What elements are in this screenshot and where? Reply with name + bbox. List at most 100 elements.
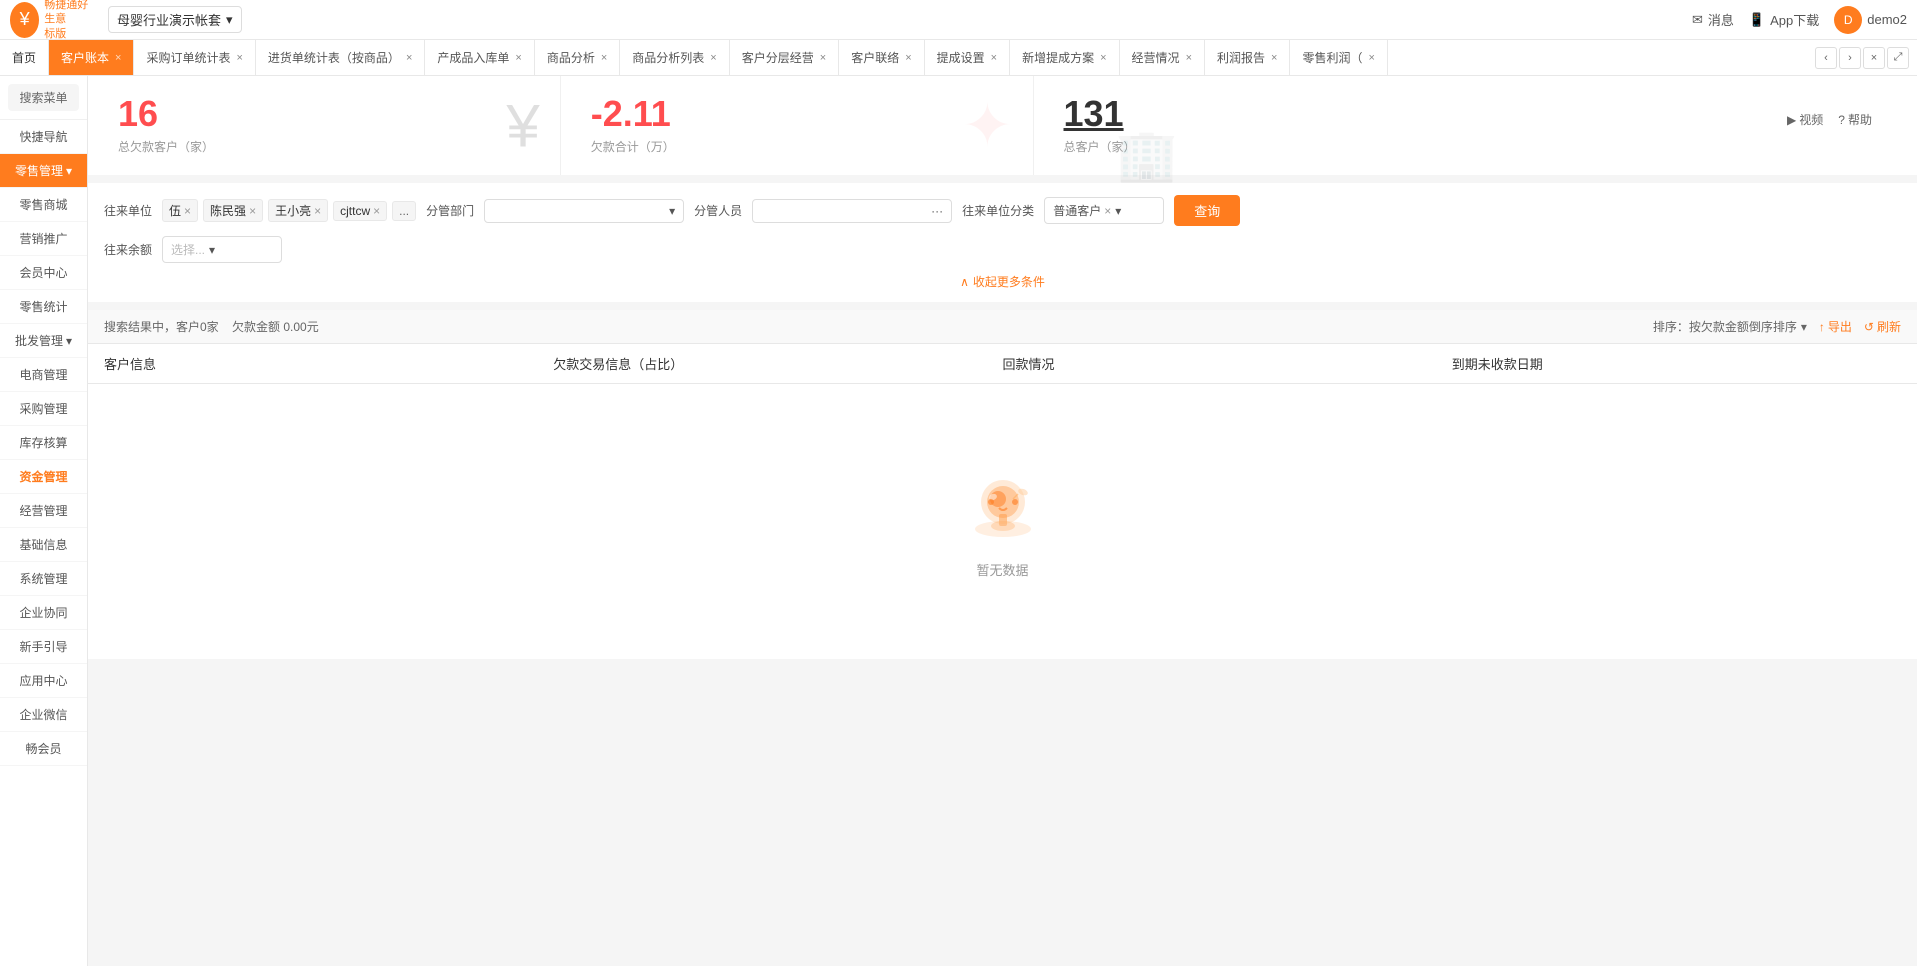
sort-select[interactable]: 排序：按欠款金额倒序排序 ▾ <box>1653 318 1807 335</box>
tab-close-icon[interactable]: × <box>601 52 607 64</box>
tab-new-raise[interactable]: 新增提成方案 × <box>1010 40 1119 75</box>
customers-bg-icon: ¥ <box>506 91 539 160</box>
sidebar-item-quick-nav[interactable]: 快捷导航 <box>0 120 87 154</box>
tab-retail-profit[interactable]: 零售利润（ × <box>1290 40 1387 75</box>
collapse-icon: ∧ <box>960 275 969 289</box>
sidebar-item-wechat[interactable]: 企业微信 <box>0 698 87 732</box>
tab-purchase-stats[interactable]: 进货单统计表（按商品） × <box>256 40 425 75</box>
unit-tag-3: cjttcw × <box>333 201 387 221</box>
unit-more-tag[interactable]: ... <box>392 201 416 221</box>
tab-scroll-left[interactable]: ‹ <box>1815 47 1837 69</box>
export-button[interactable]: ↑ 导出 <box>1819 318 1852 335</box>
tab-close-all[interactable]: × <box>1863 47 1885 69</box>
sidebar-item-retail-stats[interactable]: 零售统计 <box>0 290 87 324</box>
sidebar-item-marketing[interactable]: 营销推广 <box>0 222 87 256</box>
user-menu[interactable]: D demo2 <box>1834 6 1907 34</box>
debt-bg-icon: ✦ <box>962 91 1012 161</box>
unit-tag-3-delete[interactable]: × <box>373 204 380 218</box>
category-tag-0-delete[interactable]: × <box>1104 204 1111 218</box>
person-select[interactable]: ··· <box>752 199 952 223</box>
tab-home[interactable]: 首页 <box>0 40 49 75</box>
category-select[interactable]: 普通客户 × ▾ <box>1044 197 1164 224</box>
debt-total-number: -2.11 <box>591 96 671 132</box>
sidebar-item-finance[interactable]: 资金管理 <box>0 460 87 494</box>
tab-customer-tier[interactable]: 客户分层经营 × <box>730 40 839 75</box>
sidebar-item-purchase[interactable]: 采购管理 <box>0 392 87 426</box>
tab-close-icon[interactable]: × <box>710 52 716 64</box>
table-header: 客户信息 欠款交易信息（占比） 回款情况 到期未收款日期 <box>88 344 1917 384</box>
tab-close-icon[interactable]: × <box>115 52 121 64</box>
help-icon: ? <box>1838 113 1845 127</box>
app-download-button[interactable]: 📱 App下载 <box>1749 10 1819 29</box>
filter-row-1: 往来单位 伍 × 陈民强 × 王小亮 × cjttcw <box>104 195 1901 226</box>
export-icon: ↑ <box>1819 320 1825 334</box>
tab-close-icon[interactable]: × <box>991 52 997 64</box>
filter-row-2: 往来余额 选择... ▾ <box>104 236 1901 263</box>
person-filter-label: 分管人员 <box>694 202 742 219</box>
tab-close-icon[interactable]: × <box>406 52 412 64</box>
tab-scroll-right[interactable]: › <box>1839 47 1861 69</box>
stats-row: 16 总欠款客户（家） ¥ -2.11 欠款合计（万） ✦ 131 总客户（家）… <box>88 76 1917 175</box>
sidebar-item-wholesale[interactable]: 批发管理 ▾ <box>0 324 87 358</box>
sidebar-item-retail-mall[interactable]: 零售商城 <box>0 188 87 222</box>
unit-tag-2-delete[interactable]: × <box>314 204 321 218</box>
refresh-button[interactable]: ↺ 刷新 <box>1864 318 1901 335</box>
tab-cost-entry[interactable]: 产成品入库单 × <box>425 40 534 75</box>
unit-filter-label: 往来单位 <box>104 202 152 219</box>
chevron-icon: ▾ <box>66 164 72 178</box>
help-link[interactable]: ? 帮助 <box>1838 111 1872 128</box>
tab-close-icon[interactable]: × <box>820 52 826 64</box>
top-bar: ¥ 畅捷通好生意 标版 母婴行业演示帐套 ▾ ✉ 消息 📱 App下载 D de… <box>0 0 1917 40</box>
sidebar-item-new-guide[interactable]: 新手引导 <box>0 630 87 664</box>
query-button[interactable]: 查询 <box>1174 195 1240 226</box>
unit-tag-1-delete[interactable]: × <box>249 204 256 218</box>
collapse-button[interactable]: ∧ 收起更多条件 <box>960 273 1045 290</box>
debt-customers-number: 16 <box>118 96 158 132</box>
search-menu-button[interactable]: 搜索菜单 <box>8 84 79 111</box>
empty-icon <box>963 464 1043 544</box>
tab-purchase-order[interactable]: 采购订单统计表 × <box>134 40 255 75</box>
tab-close-icon[interactable]: × <box>1100 52 1106 64</box>
refresh-icon: ↺ <box>1864 320 1874 334</box>
search-result-bar: 搜索结果中，客户0家 欠款金额 0.00元 排序：按欠款金额倒序排序 ▾ ↑ 导… <box>88 310 1917 344</box>
tab-product-analysis-list[interactable]: 商品分析列表 × <box>620 40 729 75</box>
play-icon: ▶ <box>1787 113 1796 127</box>
tab-customer-contact[interactable]: 客户联络 × <box>839 40 924 75</box>
tab-accounts[interactable]: 客户账本 × <box>49 40 134 75</box>
dept-select[interactable]: ▾ <box>484 199 684 223</box>
tab-close-icon[interactable]: × <box>1368 52 1374 64</box>
sidebar-item-basic[interactable]: 基础信息 <box>0 528 87 562</box>
tab-close-icon[interactable]: × <box>236 52 242 64</box>
sidebar-item-retail[interactable]: 零售管理 ▾ <box>0 154 87 188</box>
balance-select[interactable]: 选择... ▾ <box>162 236 282 263</box>
tab-close-icon[interactable]: × <box>1271 52 1277 64</box>
tab-fullscreen[interactable]: ⤢ <box>1887 47 1909 69</box>
sidebar-item-operation[interactable]: 经营管理 <box>0 494 87 528</box>
tab-close-icon[interactable]: × <box>515 52 521 64</box>
sidebar-item-system[interactable]: 系统管理 <box>0 562 87 596</box>
col-customer-info: 客户信息 <box>104 354 553 373</box>
sidebar-item-app-center[interactable]: 应用中心 <box>0 664 87 698</box>
tab-close-icon[interactable]: × <box>905 52 911 64</box>
search-result-text: 搜索结果中，客户0家 欠款金额 0.00元 <box>104 318 319 335</box>
tab-biz-status[interactable]: 经营情况 × <box>1120 40 1205 75</box>
tab-raise-settings[interactable]: 提成设置 × <box>925 40 1010 75</box>
sidebar-item-ecommerce[interactable]: 电商管理 <box>0 358 87 392</box>
sidebar-item-inventory[interactable]: 库存核算 <box>0 426 87 460</box>
video-link[interactable]: ▶ 视频 <box>1787 111 1823 128</box>
debt-total-label: 欠款合计（万） <box>591 138 675 155</box>
stat-debt-total: -2.11 欠款合计（万） ✦ <box>561 76 1034 175</box>
messages-button[interactable]: ✉ 消息 <box>1692 10 1734 29</box>
tab-profit-report[interactable]: 利润报告 × <box>1205 40 1290 75</box>
tab-close-icon[interactable]: × <box>1186 52 1192 64</box>
chevron-down-icon: ▾ <box>669 204 675 218</box>
sidebar-item-enterprise[interactable]: 企业协同 <box>0 596 87 630</box>
balance-filter-label: 往来余额 <box>104 241 152 258</box>
unit-tag-0-delete[interactable]: × <box>184 204 191 218</box>
search-result-actions: 排序：按欠款金额倒序排序 ▾ ↑ 导出 ↺ 刷新 <box>1653 318 1901 335</box>
sidebar-item-member[interactable]: 会员中心 <box>0 256 87 290</box>
tab-product-analysis[interactable]: 商品分析 × <box>535 40 620 75</box>
sidebar-item-member2[interactable]: 畅会员 <box>0 732 87 766</box>
unit-tag-2: 王小亮 × <box>268 199 328 222</box>
account-dropdown[interactable]: 母婴行业演示帐套 ▾ <box>108 6 242 33</box>
